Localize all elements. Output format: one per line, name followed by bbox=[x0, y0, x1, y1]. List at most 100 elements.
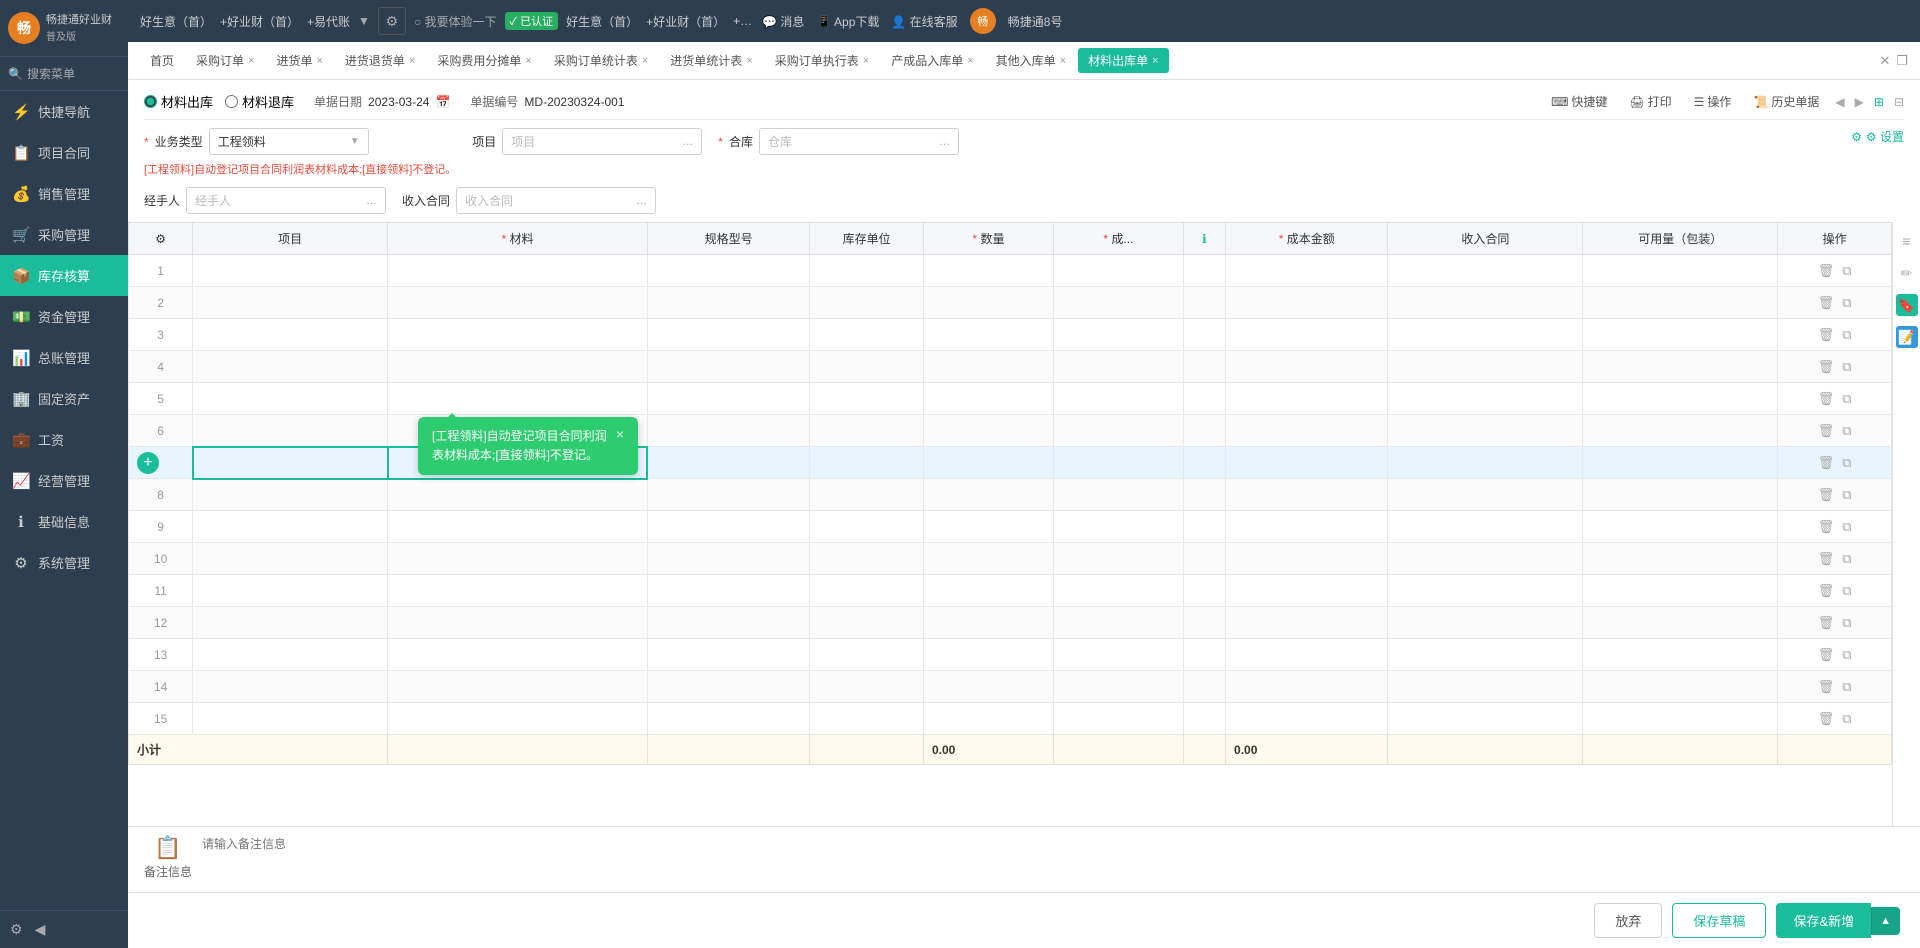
delete-row-icon[interactable]: 🗑 bbox=[1816, 517, 1837, 537]
copy-row-icon[interactable]: ⧉ bbox=[1840, 357, 1853, 377]
sidebar-item-ledger[interactable]: 📊 总账管理 bbox=[0, 337, 128, 378]
top-link-trial[interactable]: ○ 我要体验一下 bbox=[414, 13, 497, 30]
user-avatar[interactable]: 畅 bbox=[970, 8, 996, 34]
row-material-1[interactable] bbox=[388, 255, 648, 287]
close-product-in[interactable]: × bbox=[967, 55, 973, 67]
sidebar-item-basic[interactable]: ℹ 基础信息 bbox=[0, 501, 128, 542]
shortcut-keys-btn[interactable]: ⌨ 快捷键 bbox=[1545, 90, 1613, 113]
top-link-hy2[interactable]: +好业财（首） bbox=[646, 13, 725, 30]
delete-row-icon[interactable]: 🗑 bbox=[1816, 677, 1837, 697]
delete-row-icon[interactable]: 🗑 bbox=[1816, 357, 1837, 377]
nav-prev-icon[interactable]: ◀ bbox=[1835, 95, 1844, 109]
sidebar-item-inventory[interactable]: 📦 库存核算 bbox=[0, 255, 128, 296]
sidebar-item-system[interactable]: ⚙ 系统管理 bbox=[0, 542, 128, 583]
handler-input[interactable]: 经手人 … bbox=[186, 187, 386, 214]
app-download-link[interactable]: 📱 App下载 bbox=[816, 13, 879, 30]
top-link-more[interactable]: +… bbox=[733, 14, 752, 28]
radio-material-return-input[interactable] bbox=[225, 95, 238, 108]
collapse-icon[interactable]: ◀ bbox=[35, 921, 46, 938]
copy-row-icon[interactable]: ⧉ bbox=[1840, 421, 1853, 441]
copy-row-icon[interactable]: ⧉ bbox=[1840, 485, 1853, 505]
tab-material-out[interactable]: 材料出库单 × bbox=[1078, 48, 1168, 73]
delete-row-icon[interactable]: 🗑 bbox=[1816, 613, 1837, 633]
sidebar-item-search[interactable]: 🔍 搜索菜单 bbox=[0, 57, 128, 91]
delete-row-icon[interactable]: 🗑 bbox=[1816, 549, 1837, 569]
close-purchase-exec[interactable]: × bbox=[863, 55, 869, 67]
warehouse-input[interactable]: 仓库 … bbox=[759, 128, 959, 155]
close-purchase-in[interactable]: × bbox=[316, 55, 322, 67]
top-link-sy2[interactable]: 好生意（首） bbox=[566, 13, 638, 30]
view-list-icon[interactable]: ⊟ bbox=[1894, 95, 1904, 109]
business-type-input[interactable]: 工程领料 ▼ bbox=[209, 128, 369, 155]
delete-row-icon[interactable]: 🗑 bbox=[1816, 645, 1837, 665]
delete-row-icon[interactable]: 🗑 bbox=[1816, 453, 1837, 473]
right-list-icon[interactable]: ≡ bbox=[1896, 230, 1918, 252]
tab-purchase-exec[interactable]: 采购订单执行表 × bbox=[765, 48, 879, 73]
project-ellipsis-btn[interactable]: … bbox=[682, 136, 693, 148]
copy-row-icon[interactable]: ⧉ bbox=[1840, 613, 1853, 633]
close-purchase-stat[interactable]: × bbox=[642, 55, 648, 67]
message-link[interactable]: 💬 消息 bbox=[762, 13, 804, 30]
tab-purchase-stat[interactable]: 采购订单统计表 × bbox=[544, 48, 658, 73]
project-input[interactable]: 项目 … bbox=[502, 128, 702, 155]
history-btn[interactable]: 📜 历史单据 bbox=[1747, 90, 1825, 113]
sidebar-item-management[interactable]: 📈 经营管理 bbox=[0, 460, 128, 501]
top-link-2[interactable]: +好业财（首） bbox=[220, 13, 299, 30]
top-settings-gear[interactable]: ⚙ bbox=[378, 7, 406, 35]
radio-material-out-input[interactable] bbox=[144, 95, 157, 108]
save-new-dropdown-btn[interactable]: ▲ bbox=[1871, 907, 1900, 935]
tab-product-in[interactable]: 产成品入库单 × bbox=[881, 48, 983, 73]
save-draft-button[interactable]: 保存草稿 bbox=[1672, 903, 1766, 938]
close-purchase-return[interactable]: × bbox=[409, 55, 415, 67]
delete-row-icon[interactable]: 🗑 bbox=[1816, 581, 1837, 601]
right-note-icon[interactable]: 📝 bbox=[1896, 326, 1918, 348]
top-link-3[interactable]: +易代账 bbox=[307, 13, 350, 30]
top-link-dropdown[interactable]: ▼ bbox=[358, 14, 370, 28]
tab-home[interactable]: 首页 bbox=[140, 48, 184, 73]
sidebar-item-contract[interactable]: 📋 项目合同 bbox=[0, 132, 128, 173]
right-bookmark-icon[interactable]: 🔖 bbox=[1896, 294, 1918, 316]
row-cost-amt-1[interactable] bbox=[1226, 255, 1388, 287]
income-contract-ellipsis-btn[interactable]: … bbox=[636, 195, 647, 207]
online-service-link[interactable]: 👤 在线客服 bbox=[891, 13, 957, 30]
tab-purchase-in-stat[interactable]: 进货单统计表 × bbox=[660, 48, 762, 73]
sidebar-item-purchase[interactable]: 🛒 采购管理 bbox=[0, 214, 128, 255]
operations-btn[interactable]: ☰ 操作 bbox=[1688, 90, 1738, 113]
add-row-button[interactable]: + bbox=[137, 452, 159, 474]
delete-row-icon[interactable]: 🗑 bbox=[1816, 709, 1837, 729]
save-new-button[interactable]: 保存&新增 bbox=[1776, 903, 1871, 938]
popover-close-btn[interactable]: × bbox=[616, 427, 624, 441]
copy-row-icon[interactable]: ⧉ bbox=[1840, 517, 1853, 537]
tab-purchase-order[interactable]: 采购订单 × bbox=[186, 48, 264, 73]
delete-row-icon[interactable]: 🗑 bbox=[1816, 421, 1837, 441]
row-project-1[interactable] bbox=[193, 255, 388, 287]
right-edit-icon[interactable]: ✏ bbox=[1896, 262, 1918, 284]
close-material-out[interactable]: × bbox=[1152, 55, 1158, 67]
sidebar-item-assets[interactable]: 🏢 固定资产 bbox=[0, 378, 128, 419]
sidebar-item-finance[interactable]: 💵 资金管理 bbox=[0, 296, 128, 337]
close-other-in[interactable]: × bbox=[1060, 55, 1066, 67]
delete-row-1-icon[interactable]: 🗑 bbox=[1816, 261, 1837, 281]
close-purchase-cost[interactable]: × bbox=[525, 55, 531, 67]
row-spec-1[interactable] bbox=[647, 255, 809, 287]
radio-material-out[interactable]: 材料出库 bbox=[144, 92, 213, 111]
row-cost-1[interactable] bbox=[1053, 255, 1183, 287]
close-purchase-order[interactable]: × bbox=[248, 55, 254, 67]
row-qty-1[interactable] bbox=[923, 255, 1053, 287]
tab-restore-window[interactable]: ❐ bbox=[1896, 53, 1908, 69]
radio-material-return[interactable]: 材料退库 bbox=[225, 92, 294, 111]
tab-purchase-return[interactable]: 进货退货单 × bbox=[335, 48, 425, 73]
copy-row-icon[interactable]: ⧉ bbox=[1840, 549, 1853, 569]
warehouse-ellipsis-btn[interactable]: … bbox=[939, 136, 950, 148]
tab-purchase-in[interactable]: 进货单 × bbox=[266, 48, 332, 73]
calendar-icon[interactable]: 📅 bbox=[435, 95, 450, 109]
user-name[interactable]: 畅捷通8号 bbox=[1008, 13, 1063, 30]
print-btn[interactable]: 🖨 打印 bbox=[1623, 90, 1677, 113]
nav-next-icon[interactable]: ▶ bbox=[1855, 95, 1864, 109]
handler-ellipsis-btn[interactable]: … bbox=[366, 195, 377, 207]
copy-row-icon[interactable]: ⧉ bbox=[1840, 453, 1853, 473]
view-grid-icon[interactable]: ⊞ bbox=[1874, 95, 1884, 109]
row-unit-1[interactable] bbox=[810, 255, 924, 287]
sidebar-item-nav[interactable]: ⚡ 快捷导航 bbox=[0, 91, 128, 132]
tab-other-in[interactable]: 其他入库单 × bbox=[986, 48, 1076, 73]
